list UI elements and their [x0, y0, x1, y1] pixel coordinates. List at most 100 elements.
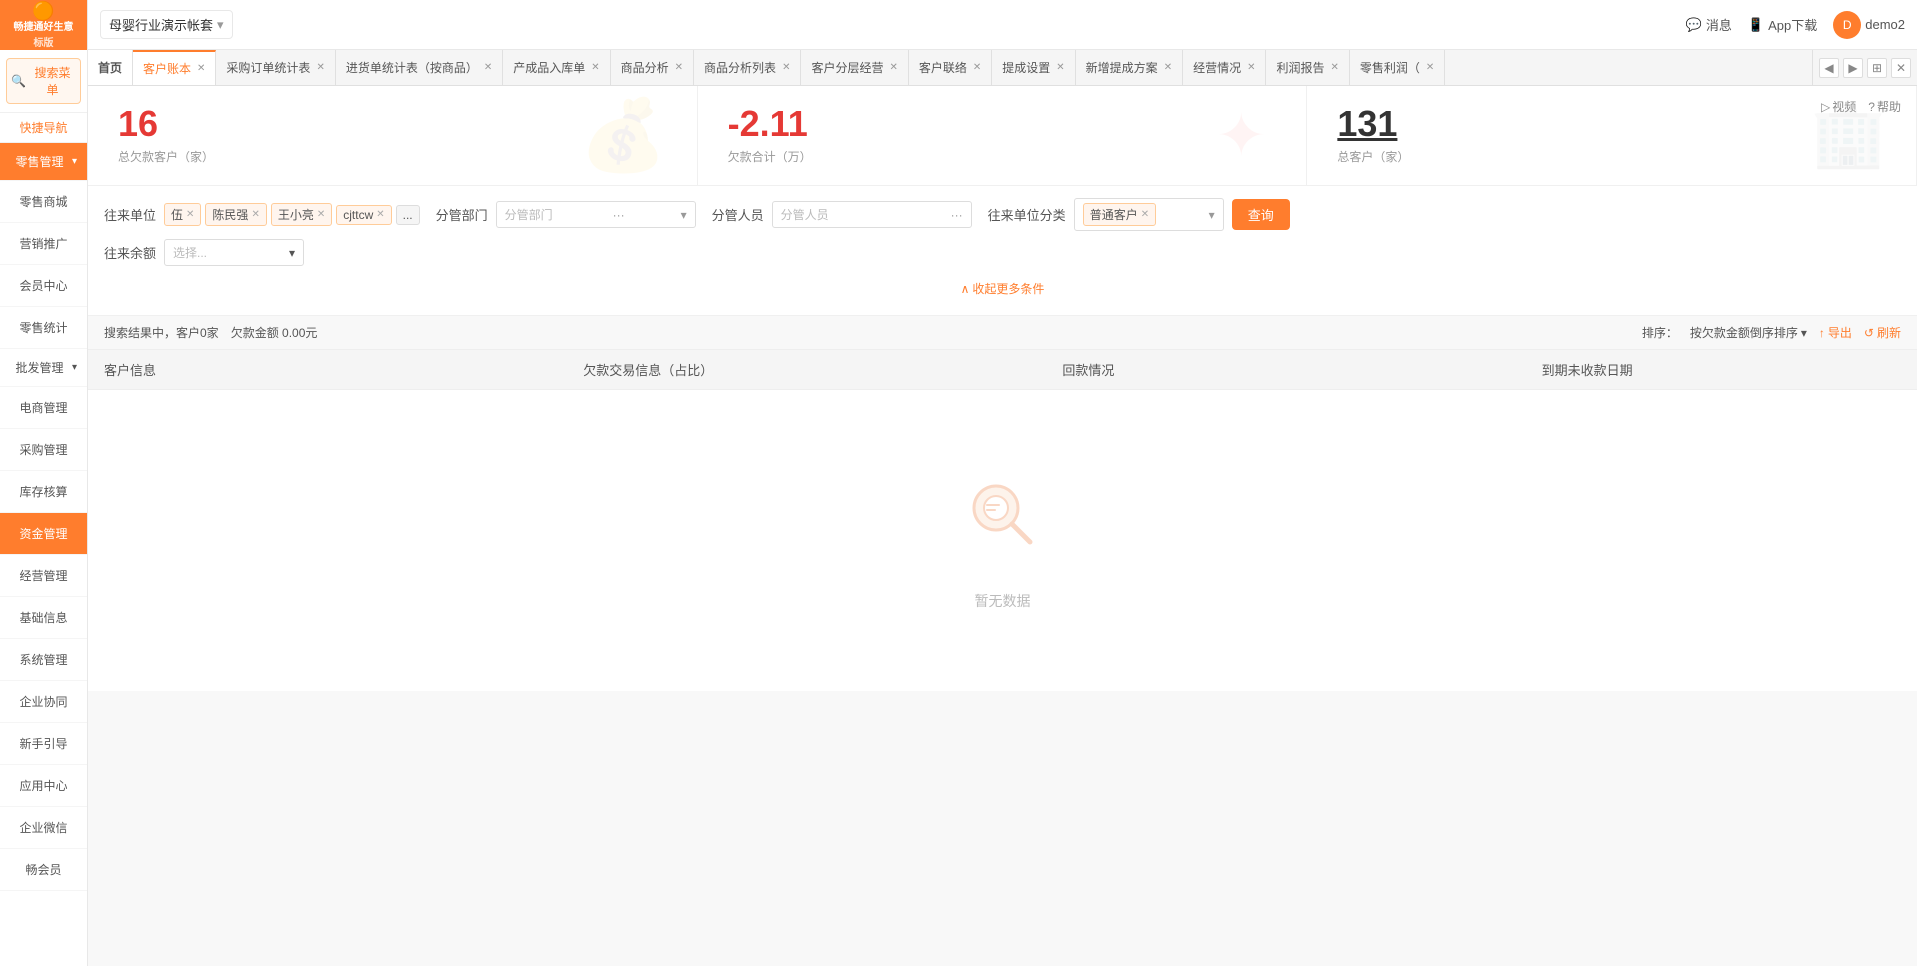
- app-download-button[interactable]: 📱 App下载: [1748, 15, 1817, 34]
- sidebar-search-area: 🔍 搜索菜单: [0, 50, 87, 113]
- sidebar-item-funds-mgmt[interactable]: 资金管理: [0, 513, 87, 555]
- video-help-button[interactable]: ▷ 视频: [1821, 98, 1856, 115]
- filter-tag-unit4: cjttcw ✕: [336, 205, 391, 225]
- sidebar-item-enterprise-collab[interactable]: 企业协同: [0, 681, 87, 723]
- tab-new-raise-plan[interactable]: 新增提成方案✕: [1076, 50, 1183, 85]
- sidebar-item-operations-mgmt[interactable]: 经营管理: [0, 555, 87, 597]
- sidebar-item-newbie-guide[interactable]: 新手引导: [0, 723, 87, 765]
- filter-row-2: 往来余额 选择... ▾: [104, 239, 1901, 266]
- unit-classify-select[interactable]: 普通客户 ✕ ▾: [1074, 198, 1224, 231]
- tab-close-icon[interactable]: ✕: [1426, 62, 1434, 73]
- tab-product-inbound[interactable]: 产成品入库单✕: [503, 50, 610, 85]
- tab-label: 进货单统计表（按商品）: [346, 59, 478, 76]
- sidebar-item-purchase-mgmt[interactable]: 采购管理: [0, 429, 87, 471]
- tab-close-icon[interactable]: ✕: [1331, 62, 1339, 73]
- tab-close-icon[interactable]: ✕: [1164, 62, 1172, 73]
- username-label: demo2: [1865, 17, 1905, 32]
- stat-debtors-number: 16: [118, 106, 158, 142]
- tab-close-icon[interactable]: ✕: [484, 62, 492, 73]
- sort-label: 排序：: [1642, 324, 1678, 341]
- filter-more-tags-button[interactable]: ...: [396, 205, 420, 225]
- tab-close-icon[interactable]: ✕: [591, 62, 599, 73]
- dept-dots[interactable]: ···: [613, 208, 625, 222]
- sidebar-item-retail-stats[interactable]: 零售统计: [0, 307, 87, 349]
- sidebar-item-member-pass[interactable]: 畅会员: [0, 849, 87, 891]
- tab-close-all-button[interactable]: ✕: [1891, 58, 1911, 78]
- refresh-button[interactable]: ↺ 刷新: [1864, 324, 1901, 341]
- tab-retail-profit[interactable]: 零售利润（✕: [1350, 50, 1445, 85]
- balance-filter-label: 往来余额: [104, 243, 156, 262]
- topbar-left: 母婴行业演示帐套 ▾: [100, 10, 233, 39]
- tab-close-icon[interactable]: ✕: [316, 62, 324, 73]
- table-header: 客户信息 欠款交易信息（占比） 回款情况 到期未收款日期: [88, 350, 1917, 390]
- tab-close-icon[interactable]: ✕: [1056, 62, 1064, 73]
- refresh-icon: ↺: [1864, 326, 1874, 340]
- tab-home[interactable]: 首页: [88, 50, 133, 85]
- balance-filter-input[interactable]: 选择... ▾: [164, 239, 304, 266]
- result-bar-right: 排序： 按欠款金额倒序排序 ▾ ↑ 导出 ↺ 刷新: [1642, 324, 1901, 341]
- filter-area: 往来单位 伍 ✕ 陈民强 ✕ 王小亮 ✕ cjttcw: [88, 186, 1917, 316]
- sidebar-item-ecommerce-mgmt[interactable]: 电商管理: [0, 387, 87, 429]
- tab-product-analysis[interactable]: 商品分析✕: [611, 50, 694, 85]
- sidebar-item-marketing[interactable]: 营销推广: [0, 223, 87, 265]
- tab-purchase-order[interactable]: 采购订单统计表✕: [216, 50, 335, 85]
- sidebar-item-app-center[interactable]: 应用中心: [0, 765, 87, 807]
- nav-item-label: 会员中心: [19, 277, 67, 294]
- topbar-right: 💬 消息 📱 App下载 D demo2: [1686, 11, 1905, 39]
- refresh-label: 刷新: [1877, 324, 1901, 341]
- filter-tag-unit2-close[interactable]: ✕: [251, 209, 259, 220]
- tab-operation-status[interactable]: 经营情况✕: [1183, 50, 1266, 85]
- dept-filter-label: 分管部门: [436, 205, 488, 224]
- tab-product-analysis-list[interactable]: 商品分析列表✕: [694, 50, 801, 85]
- sidebar-item-retail-mall[interactable]: 零售商城: [0, 181, 87, 223]
- tab-close-icon[interactable]: ✕: [197, 63, 205, 74]
- result-amount: 欠款金额 0.00元: [231, 324, 318, 341]
- quick-nav-label[interactable]: 快捷导航: [6, 119, 81, 136]
- sidebar-item-basic-info[interactable]: 基础信息: [0, 597, 87, 639]
- tab-close-icon[interactable]: ✕: [973, 62, 981, 73]
- message-button[interactable]: 💬 消息: [1686, 15, 1732, 34]
- query-button[interactable]: 查询: [1232, 199, 1290, 230]
- sidebar-item-enterprise-wechat[interactable]: 企业微信: [0, 807, 87, 849]
- tab-inbound-stats[interactable]: 进货单统计表（按商品） ✕: [336, 50, 503, 85]
- user-menu-button[interactable]: D demo2: [1833, 11, 1905, 39]
- sidebar-item-wholesale-mgmt[interactable]: 批发管理▾: [0, 349, 87, 387]
- dept-filter-select[interactable]: 分管部门 ··· ▾: [496, 201, 696, 228]
- sidebar-item-retail-mgmt[interactable]: 零售管理▾: [0, 143, 87, 181]
- nav-item-label: 营销推广: [19, 235, 67, 252]
- tab-raise-settings[interactable]: 提成设置✕: [992, 50, 1075, 85]
- tab-close-icon[interactable]: ✕: [675, 62, 683, 73]
- classify-tag-close[interactable]: ✕: [1141, 209, 1149, 220]
- filter-tag-unit4-close[interactable]: ✕: [376, 209, 384, 220]
- sort-select[interactable]: 按欠款金额倒序排序 ▾: [1690, 324, 1807, 341]
- unit-classify-label: 往来单位分类: [988, 205, 1066, 224]
- tab-scroll-left-button[interactable]: ◀: [1819, 58, 1839, 78]
- nav-item-label: 系统管理: [19, 651, 67, 668]
- help-button[interactable]: ? 帮助: [1868, 98, 1901, 115]
- export-button[interactable]: ↑ 导出: [1819, 324, 1852, 341]
- person-filter-select[interactable]: 分管人员 ···: [772, 201, 972, 228]
- person-dots[interactable]: ···: [951, 208, 963, 222]
- tab-customer-book[interactable]: 客户账本✕: [133, 50, 216, 85]
- sidebar-item-system-mgmt[interactable]: 系统管理: [0, 639, 87, 681]
- collapse-filters-button[interactable]: ∧ 收起更多条件: [961, 274, 1045, 303]
- tab-close-icon[interactable]: ✕: [889, 62, 897, 73]
- sidebar-item-inventory-check[interactable]: 库存核算: [0, 471, 87, 513]
- company-selector[interactable]: 母婴行业演示帐套 ▾: [100, 10, 233, 39]
- sidebar-logo: 🟠 畅捷通好生意 标版: [0, 0, 87, 50]
- filter-tag-unit4-label: cjttcw: [343, 208, 373, 222]
- filter-tag-unit3-close[interactable]: ✕: [317, 209, 325, 220]
- tab-customer-tier[interactable]: 客户分层经营✕: [801, 50, 908, 85]
- tab-close-icon[interactable]: ✕: [782, 62, 790, 73]
- search-menu-button[interactable]: 🔍 搜索菜单: [6, 58, 81, 104]
- nav-item-label: 畅会员: [25, 861, 61, 878]
- filter-tag-unit1-close[interactable]: ✕: [186, 209, 194, 220]
- dept-placeholder: 分管部门: [505, 206, 553, 223]
- tab-customer-contact[interactable]: 客户联络✕: [909, 50, 992, 85]
- tab-close-icon[interactable]: ✕: [1247, 62, 1255, 73]
- sidebar-item-membership[interactable]: 会员中心: [0, 265, 87, 307]
- tab-expand-button[interactable]: ⊞: [1867, 58, 1887, 78]
- tab-scroll-right-button[interactable]: ▶: [1843, 58, 1863, 78]
- tab-profit-report[interactable]: 利润报告✕: [1266, 50, 1349, 85]
- table-col-duedate-header: 到期未收款日期: [1542, 360, 1901, 379]
